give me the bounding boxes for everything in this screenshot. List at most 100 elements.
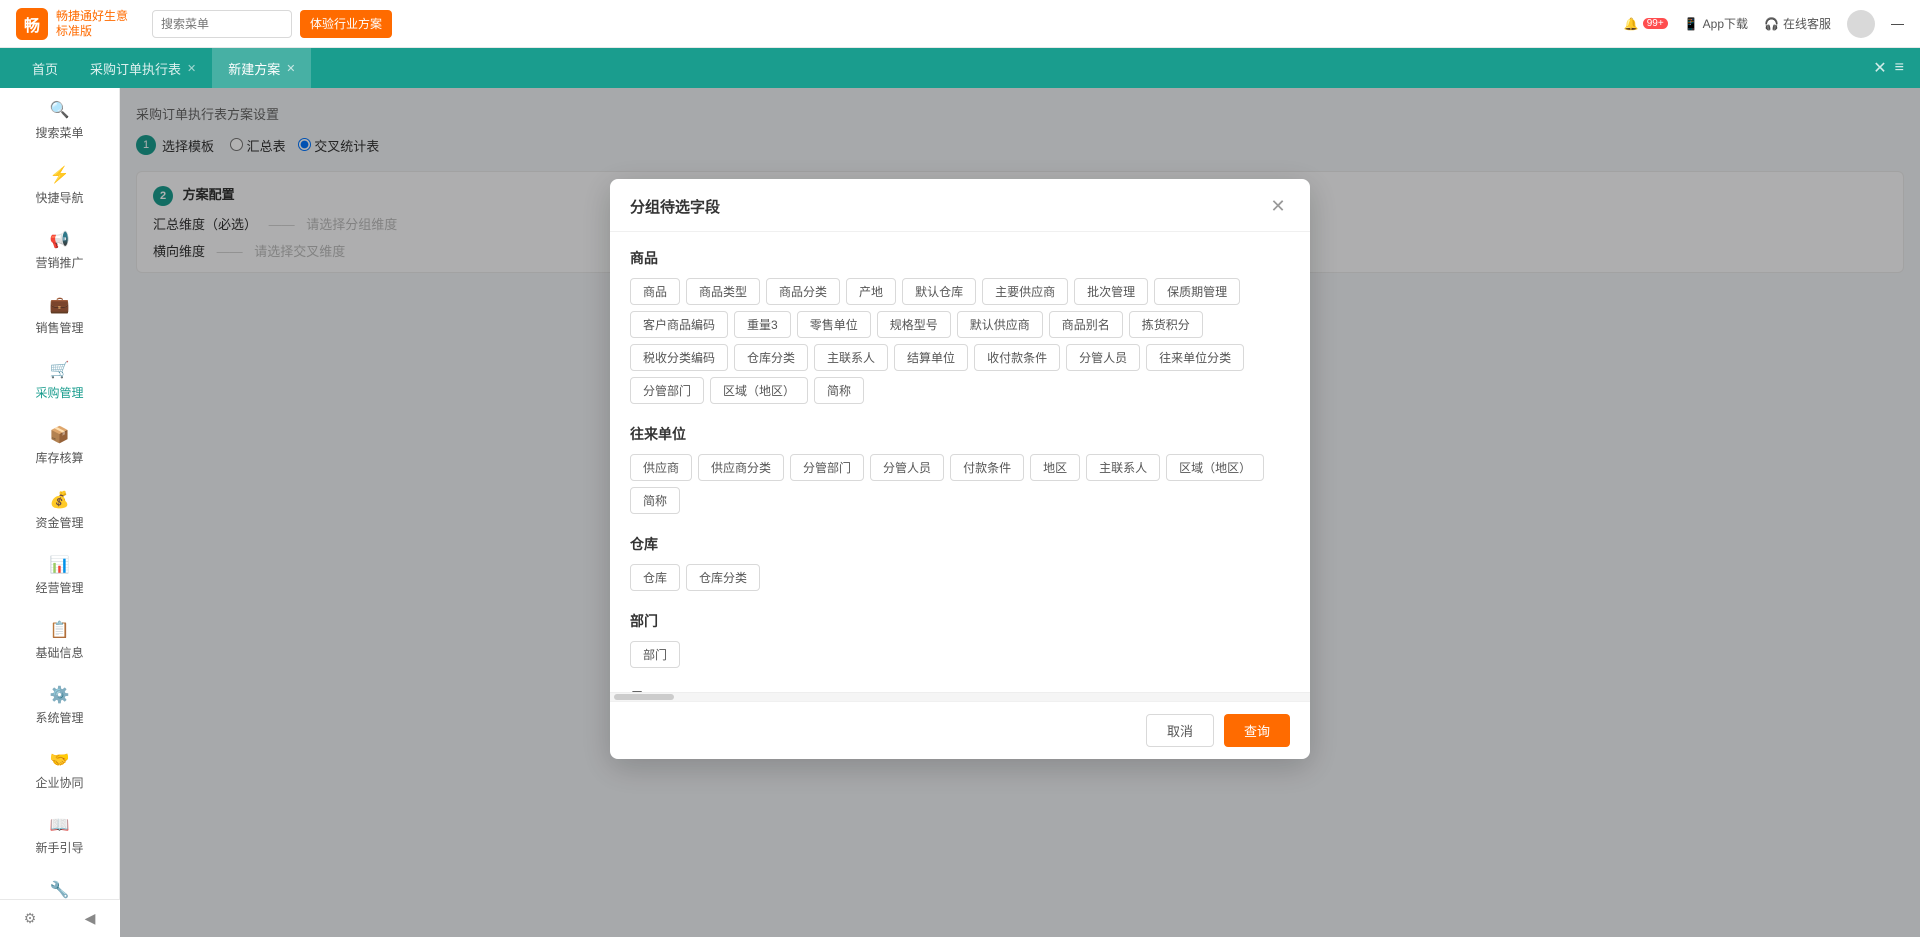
field-chip[interactable]: 商品分类 <box>766 278 840 305</box>
logo-icon: 畅 <box>16 8 48 40</box>
section-partner: 往来单位 供应商 供应商分类 分管部门 分管人员 付款条件 地区 主联系人 区域… <box>630 424 1290 514</box>
sidebar-item-guide[interactable]: 📖 新手引导 <box>0 803 119 868</box>
sales-icon: 💼 <box>50 295 70 315</box>
message-item[interactable]: 🔔 99+ <box>1624 17 1668 31</box>
product-fields: 商品 商品类型 商品分类 产地 默认仓库 主要供应商 批次管理 保质期管理 客户… <box>630 278 1290 404</box>
field-chip[interactable]: 拣货积分 <box>1129 311 1203 338</box>
confirm-button[interactable]: 查询 <box>1224 714 1290 747</box>
tab-collapse-icon[interactable]: ✕ <box>1873 58 1886 78</box>
section-dept-title: 部门 <box>630 611 1290 631</box>
field-chip[interactable]: 简称 <box>630 487 680 514</box>
field-chip[interactable]: 结算单位 <box>894 344 968 371</box>
logo-area: 畅 畅捷通好生意 标准版 <box>16 8 136 40</box>
sidebar-item-marketing[interactable]: 📢 营销推广 <box>0 218 119 283</box>
field-chip[interactable]: 简称 <box>814 377 864 404</box>
field-chip[interactable]: 客户商品编码 <box>630 311 728 338</box>
sidebar-item-quicknav[interactable]: ⚡ 快捷导航 <box>0 153 119 218</box>
field-chip[interactable]: 付款条件 <box>950 454 1024 481</box>
partner-fields: 供应商 供应商分类 分管部门 分管人员 付款条件 地区 主联系人 区域（地区） … <box>630 454 1290 514</box>
section-product-title: 商品 <box>630 248 1290 268</box>
search-input[interactable] <box>152 10 292 38</box>
field-chip[interactable]: 分管人员 <box>870 454 944 481</box>
field-chip[interactable]: 商品别名 <box>1049 311 1123 338</box>
collab-icon: 🤝 <box>50 750 70 770</box>
user-name[interactable]: — <box>1891 16 1904 31</box>
settings-btn[interactable]: ⚙ <box>0 900 60 937</box>
field-chip[interactable]: 主要供应商 <box>982 278 1068 305</box>
field-chip[interactable]: 供应商分类 <box>698 454 784 481</box>
field-chip[interactable]: 仓库分类 <box>734 344 808 371</box>
field-chip[interactable]: 分管人员 <box>1066 344 1140 371</box>
sidebar-item-inventory[interactable]: 📦 库存核算 <box>0 413 119 478</box>
field-chip[interactable]: 供应商 <box>630 454 692 481</box>
field-chip[interactable]: 产地 <box>846 278 896 305</box>
field-chip[interactable]: 商品 <box>630 278 680 305</box>
tab-bar: 首页 采购订单执行表 ✕ 新建方案 ✕ ✕ ≡ <box>0 48 1920 88</box>
sidebar: 🔍 搜索菜单 ⚡ 快捷导航 📢 营销推广 💼 销售管理 🛒 采购管理 📦 库存核… <box>0 88 120 937</box>
operations-icon: 📊 <box>50 555 70 575</box>
tab-home[interactable]: 首页 <box>16 48 74 88</box>
phone-icon: 📱 <box>1684 17 1699 31</box>
field-chip[interactable]: 地区 <box>1030 454 1080 481</box>
quicknav-icon: ⚡ <box>50 165 70 185</box>
cancel-button[interactable]: 取消 <box>1146 714 1214 747</box>
field-chip[interactable]: 部门 <box>630 641 680 668</box>
field-chip[interactable]: 收付款条件 <box>974 344 1060 371</box>
field-chip[interactable]: 区域（地区） <box>1166 454 1264 481</box>
field-chip[interactable]: 往来单位分类 <box>1146 344 1244 371</box>
modal-body[interactable]: 商品 商品 商品类型 商品分类 产地 默认仓库 主要供应商 批次管理 保质期管理… <box>610 232 1310 692</box>
nav-right: 🔔 99+ 📱 App下载 🎧 在线客服 — <box>1624 10 1904 38</box>
field-chip[interactable]: 仓库 <box>630 564 680 591</box>
tab-close-purchase[interactable]: ✕ <box>187 62 196 75</box>
finance-icon: 💰 <box>50 490 70 510</box>
field-chip[interactable]: 商品类型 <box>686 278 760 305</box>
warehouse-fields: 仓库 仓库分类 <box>630 564 1290 591</box>
back-icon: ◀ <box>85 910 96 927</box>
avatar[interactable] <box>1847 10 1875 38</box>
modal-footer: 取消 查询 <box>610 701 1310 759</box>
section-partner-title: 往来单位 <box>630 424 1290 444</box>
field-chip[interactable]: 分管部门 <box>630 377 704 404</box>
section-dept: 部门 部门 <box>630 611 1290 668</box>
settings-icon: ⚙ <box>24 910 37 927</box>
guide-icon: 📖 <box>50 815 70 835</box>
online-service[interactable]: 🎧 在线客服 <box>1764 15 1831 32</box>
app-download[interactable]: 📱 App下载 <box>1684 15 1748 32</box>
experience-button[interactable]: 体验行业方案 <box>300 10 392 38</box>
field-chip[interactable]: 重量3 <box>734 311 791 338</box>
sidebar-item-search[interactable]: 🔍 搜索菜单 <box>0 88 119 153</box>
field-chip[interactable]: 主联系人 <box>814 344 888 371</box>
sidebar-item-basic[interactable]: 📋 基础信息 <box>0 608 119 673</box>
field-chip[interactable]: 主联系人 <box>1086 454 1160 481</box>
sidebar-item-operations[interactable]: 📊 经营管理 <box>0 543 119 608</box>
tab-menu-icon[interactable]: ≡ <box>1895 59 1904 77</box>
message-icon: 🔔 <box>1624 17 1639 31</box>
sidebar-item-system[interactable]: ⚙️ 系统管理 <box>0 673 119 738</box>
field-chip[interactable]: 规格型号 <box>877 311 951 338</box>
tab-new-plan[interactable]: 新建方案 ✕ <box>212 48 311 88</box>
field-chip[interactable]: 默认仓库 <box>902 278 976 305</box>
back-btn[interactable]: ◀ <box>60 900 120 937</box>
appstore-icon: 🔧 <box>50 880 70 900</box>
modal-hscroll-area[interactable] <box>610 692 1310 701</box>
tab-purchase-order[interactable]: 采购订单执行表 ✕ <box>74 48 212 88</box>
sidebar-item-finance[interactable]: 💰 资金管理 <box>0 478 119 543</box>
system-icon: ⚙️ <box>50 685 70 705</box>
modal-close-button[interactable]: ✕ <box>1266 195 1290 219</box>
field-chip[interactable]: 批次管理 <box>1074 278 1148 305</box>
section-product: 商品 商品 商品类型 商品分类 产地 默认仓库 主要供应商 批次管理 保质期管理… <box>630 248 1290 404</box>
field-chip[interactable]: 税收分类编码 <box>630 344 728 371</box>
field-chip[interactable]: 仓库分类 <box>686 564 760 591</box>
tab-bar-actions: ✕ ≡ <box>1873 58 1904 78</box>
tab-close-new[interactable]: ✕ <box>286 62 295 75</box>
field-chip[interactable]: 分管部门 <box>790 454 864 481</box>
field-chip[interactable]: 默认供应商 <box>957 311 1043 338</box>
field-chip[interactable]: 保质期管理 <box>1154 278 1240 305</box>
sidebar-bottom: ⚙ ◀ <box>0 899 120 937</box>
hscroll-thumb[interactable] <box>614 694 674 700</box>
sidebar-item-collab[interactable]: 🤝 企业协同 <box>0 738 119 803</box>
field-chip[interactable]: 区域（地区） <box>710 377 808 404</box>
sidebar-item-purchase[interactable]: 🛒 采购管理 <box>0 348 119 413</box>
sidebar-item-sales[interactable]: 💼 销售管理 <box>0 283 119 348</box>
field-chip[interactable]: 零售单位 <box>797 311 871 338</box>
